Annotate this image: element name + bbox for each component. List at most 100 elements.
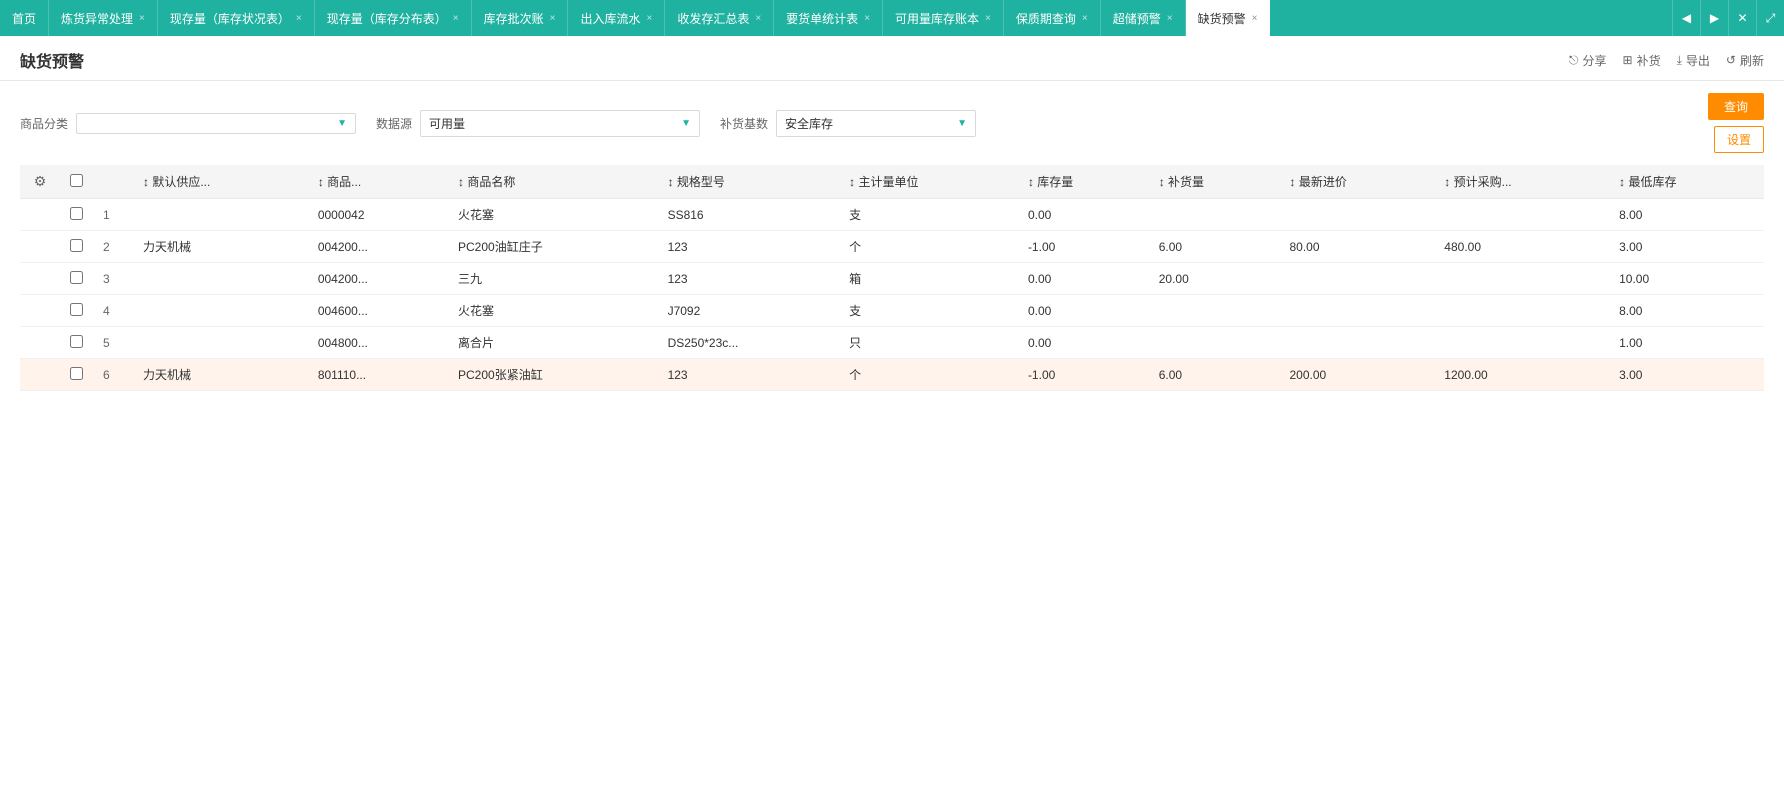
cell-spec: 123	[658, 263, 840, 295]
cell-unit: 支	[839, 199, 1018, 231]
tab-overstock-warning[interactable]: 超储预警×	[1101, 0, 1186, 36]
datasource-filter: 数据源 可用量 ▼	[376, 110, 700, 137]
select-all-checkbox[interactable]	[70, 174, 83, 187]
th-product-name-label: ↕ 商品名称	[458, 175, 515, 189]
cell-spec: 123	[658, 359, 840, 391]
cell-min-stock: 10.00	[1609, 263, 1764, 295]
tab-shortage-warning[interactable]: 缺货预警×	[1186, 0, 1271, 36]
tab-expand-button[interactable]: ⤢	[1756, 0, 1784, 36]
settings-icon[interactable]: ⚙	[34, 173, 47, 190]
cell-stock: -1.00	[1018, 359, 1149, 391]
cell-num: 2	[93, 231, 133, 263]
category-filter: 商品分类 ▼	[20, 113, 356, 134]
tab-close-inout-flow[interactable]: ×	[646, 13, 652, 24]
th-stock: ↕ 库存量	[1018, 165, 1149, 199]
category-chevron: ▼	[337, 118, 347, 129]
tab-home[interactable]: 首页	[0, 0, 49, 36]
tab-batch-account[interactable]: 库存批次账×	[472, 0, 569, 36]
datasource-value: 可用量	[429, 115, 465, 132]
tab-nav-buttons: ◀ ▶ ✕ ⤢	[1672, 0, 1784, 36]
cell-num: 5	[93, 327, 133, 359]
row-checkbox[interactable]	[70, 303, 83, 316]
header-actions: ⎋ 分享 ⊞ 补货 ⤓ 导出 ↺ 刷新	[1569, 52, 1764, 69]
cell-supplier: 力天机械	[133, 359, 308, 391]
share-button[interactable]: ⎋ 分享	[1569, 52, 1607, 69]
tab-inout-flow[interactable]: 出入库流水×	[568, 0, 665, 36]
tab-next-button[interactable]: ▶	[1700, 0, 1728, 36]
filter-bar: 商品分类 ▼ 数据源 可用量 ▼ 补货基数 安全库存 ▼ 查询 设置	[0, 81, 1784, 165]
cell-supplier	[133, 295, 308, 327]
cell-replenish-qty: 20.00	[1149, 263, 1280, 295]
cell-replenish-qty: 6.00	[1149, 359, 1280, 391]
tab-inventory-status[interactable]: 现存量（库存状况表）×	[158, 0, 315, 36]
refresh-icon: ↺	[1726, 53, 1736, 67]
cell-num: 4	[93, 295, 133, 327]
refresh-button[interactable]: ↺ 刷新	[1726, 52, 1764, 69]
category-select[interactable]: ▼	[76, 113, 356, 134]
cell-min-stock: 3.00	[1609, 231, 1764, 263]
cell-latest-price: 80.00	[1280, 231, 1435, 263]
tab-bar: 首页炼货异常处理×现存量（库存状况表）×现存量（库存分布表）×库存批次账×出入库…	[0, 0, 1784, 36]
row-checkbox[interactable]	[70, 367, 83, 380]
cell-product-code: 004200...	[308, 263, 448, 295]
cell-spec: J7092	[658, 295, 840, 327]
export-icon: ⤓	[1677, 53, 1682, 68]
cell-replenish-qty: 6.00	[1149, 231, 1280, 263]
cell-product-name: 三九	[448, 263, 658, 295]
tab-close-exception[interactable]: ×	[139, 13, 145, 24]
query-button[interactable]: 查询	[1708, 93, 1764, 120]
cell-stock: 0.00	[1018, 263, 1149, 295]
tab-close-button[interactable]: ✕	[1728, 0, 1756, 36]
row-checkbox[interactable]	[70, 335, 83, 348]
cell-spec: DS250*23c...	[658, 327, 840, 359]
cell-check	[60, 231, 93, 263]
cell-product-name: 火花塞	[448, 199, 658, 231]
table-header: ⚙ ↕ 默认供应... ↕ 商品... ↕ 商品名称 ↕ 规格型号 ↕ 主计量单…	[20, 165, 1764, 199]
cell-gear	[20, 263, 60, 295]
cell-unit: 个	[839, 231, 1018, 263]
cell-latest-price	[1280, 263, 1435, 295]
tab-close-available-ledger[interactable]: ×	[985, 13, 991, 24]
replenish-base-select[interactable]: 安全库存 ▼	[776, 110, 976, 137]
tab-close-overstock-warning[interactable]: ×	[1167, 13, 1173, 24]
tab-close-shortage-warning[interactable]: ×	[1252, 13, 1258, 24]
tab-close-inventory-status[interactable]: ×	[296, 13, 302, 24]
share-icon: ⎋	[1569, 53, 1579, 68]
cell-replenish-qty	[1149, 327, 1280, 359]
row-checkbox[interactable]	[70, 271, 83, 284]
tab-demand-stats[interactable]: 要货单统计表×	[774, 0, 883, 36]
datasource-select[interactable]: 可用量 ▼	[420, 110, 700, 137]
cell-check	[60, 327, 93, 359]
table-header-row: ⚙ ↕ 默认供应... ↕ 商品... ↕ 商品名称 ↕ 规格型号 ↕ 主计量单…	[20, 165, 1764, 199]
th-unit-label: ↕ 主计量单位	[849, 175, 918, 189]
cell-product-name: PC200油缸庄子	[448, 231, 658, 263]
cell-unit: 个	[839, 359, 1018, 391]
settings-button[interactable]: 设置	[1714, 126, 1764, 153]
replenish-icon: ⊞	[1623, 53, 1633, 67]
table-row: 5 004800... 离合片 DS250*23c... 只 0.00 1.00	[20, 327, 1764, 359]
cell-gear	[20, 231, 60, 263]
cell-product-code: 0000042	[308, 199, 448, 231]
cell-estimated-purchase: 1200.00	[1434, 359, 1609, 391]
tab-close-batch-account[interactable]: ×	[550, 13, 556, 24]
filter-actions: 查询 设置	[1708, 93, 1764, 153]
tab-expiry-query[interactable]: 保质期查询×	[1004, 0, 1101, 36]
tab-close-expiry-query[interactable]: ×	[1082, 13, 1088, 24]
cell-product-code: 004600...	[308, 295, 448, 327]
tab-close-demand-stats[interactable]: ×	[864, 13, 870, 24]
row-checkbox[interactable]	[70, 207, 83, 220]
row-checkbox[interactable]	[70, 239, 83, 252]
tab-close-inventory-dist[interactable]: ×	[453, 13, 459, 24]
tab-inventory-dist[interactable]: 现存量（库存分布表）×	[315, 0, 472, 36]
export-button[interactable]: ⤓ 导出	[1677, 52, 1710, 69]
th-spec-label: ↕ 规格型号	[668, 175, 725, 189]
tab-close-receive-summary[interactable]: ×	[755, 13, 761, 24]
cell-gear	[20, 359, 60, 391]
replenish-button[interactable]: ⊞ 补货	[1623, 52, 1661, 69]
th-latest-price-label: ↕ 最新进价	[1290, 175, 1347, 189]
tab-available-ledger[interactable]: 可用量库存账本×	[883, 0, 1004, 36]
tab-receive-summary[interactable]: 收发存汇总表×	[665, 0, 774, 36]
tab-exception[interactable]: 炼货异常处理×	[49, 0, 158, 36]
cell-check	[60, 295, 93, 327]
tab-prev-button[interactable]: ◀	[1672, 0, 1700, 36]
